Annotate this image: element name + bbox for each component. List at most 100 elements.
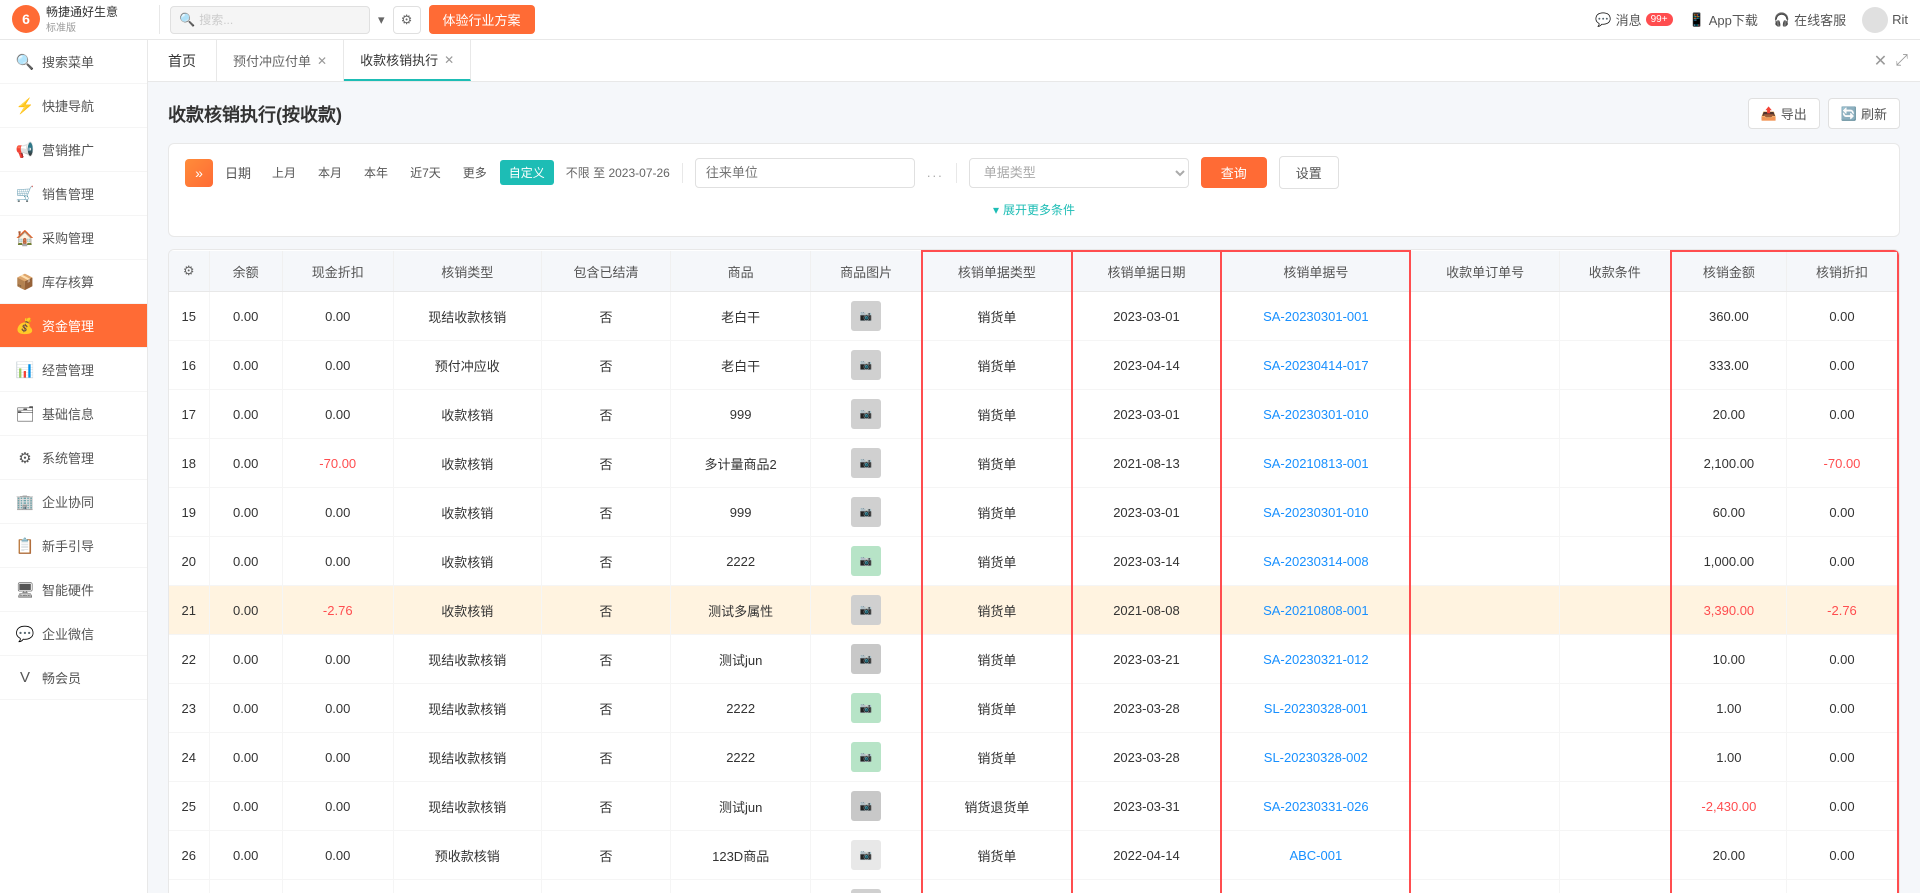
col-settled: 包含已结清 bbox=[541, 251, 670, 292]
date-this-year[interactable]: 本年 bbox=[355, 160, 397, 185]
top-search-box[interactable]: 🔍 搜索... bbox=[170, 6, 370, 34]
app-icon: 📱 bbox=[1689, 12, 1705, 28]
cell-doc-date: 2023-03-31 bbox=[1072, 782, 1222, 831]
cell-type: 预收款核销 bbox=[393, 831, 541, 880]
cell-product: 2222 bbox=[671, 684, 811, 733]
sidebar-icon-enterprise: 🏢 bbox=[16, 493, 34, 511]
date-more[interactable]: 更多 bbox=[454, 160, 496, 185]
export-btn[interactable]: 📤 导出 bbox=[1748, 98, 1820, 129]
date-this-month[interactable]: 本月 bbox=[309, 160, 351, 185]
date-custom[interactable]: 自定义 bbox=[500, 160, 554, 185]
doc-no-link[interactable]: SA-20230331-026 bbox=[1263, 799, 1369, 814]
sidebar-item-inventory[interactable]: 📦 库存核算 bbox=[0, 260, 147, 304]
app-download-btn[interactable]: 📱 App下载 bbox=[1689, 10, 1758, 29]
sidebar-icon-base: 🗂 bbox=[16, 405, 34, 423]
service-icon: 🎧 bbox=[1774, 12, 1790, 28]
cell-doc-date: 2023-03-21 bbox=[1072, 635, 1222, 684]
sidebar-item-business[interactable]: 📊 经营管理 bbox=[0, 348, 147, 392]
sidebar-item-quick-nav[interactable]: ⚡ 快捷导航 bbox=[0, 84, 147, 128]
sidebar-label-inventory: 库存核算 bbox=[42, 272, 94, 291]
sidebar-item-sales[interactable]: 🛒 销售管理 bbox=[0, 172, 147, 216]
receipt-type-select[interactable]: 单据类型 bbox=[969, 158, 1189, 188]
gear-button[interactable]: ⚙ bbox=[393, 6, 421, 34]
cell-product-img: 📷 bbox=[811, 537, 922, 586]
brand-area: 6 畅捷通好生意 标准版 bbox=[12, 5, 160, 34]
doc-no-link[interactable]: SA-20230301-001 bbox=[1263, 309, 1369, 324]
cell-settled: 否 bbox=[541, 537, 670, 586]
col-cash-discount: 现金折扣 bbox=[282, 251, 393, 292]
tab-home[interactable]: 首页 bbox=[148, 40, 217, 81]
message-icon: 💬 bbox=[1595, 12, 1611, 28]
cell-id: 17 bbox=[169, 390, 209, 439]
filter-expand-btn[interactable]: » bbox=[185, 159, 213, 187]
doc-no-link[interactable]: SL-20230328-001 bbox=[1264, 701, 1368, 716]
table-row: 25 0.00 0.00 现结收款核销 否 测试jun 📷 销货退货单 2023… bbox=[169, 782, 1898, 831]
cell-amount: 360.00 bbox=[1671, 292, 1787, 341]
doc-no-link[interactable]: SA-20210813-001 bbox=[1263, 456, 1369, 471]
sidebar-item-base[interactable]: 🗂 基础信息 bbox=[0, 392, 147, 436]
sidebar-item-hardware[interactable]: 🖥 智能硬件 bbox=[0, 568, 147, 612]
sidebar-icon-hardware: 🖥 bbox=[16, 581, 34, 599]
tab-receipts-close[interactable]: ✕ bbox=[444, 53, 454, 67]
doc-no-link[interactable]: ABC-001 bbox=[1289, 848, 1342, 863]
cell-doc-type: 销货单 bbox=[922, 733, 1072, 782]
doc-no-link[interactable]: SA-20230414-017 bbox=[1263, 358, 1369, 373]
nav-dropdown[interactable]: ▾ bbox=[378, 12, 385, 28]
cell-order-no bbox=[1410, 782, 1559, 831]
sidebar-item-search[interactable]: 🔍 搜索菜单 bbox=[0, 40, 147, 84]
sidebar-item-enterprise[interactable]: 🏢 企业协同 bbox=[0, 480, 147, 524]
tab-close-icon[interactable]: ✕ bbox=[1874, 51, 1887, 71]
doc-no-link[interactable]: SA-20230301-010 bbox=[1263, 505, 1369, 520]
cell-cash-discount: 0.00 bbox=[282, 635, 393, 684]
cell-discount: 0.00 bbox=[1786, 733, 1898, 782]
sidebar-item-member[interactable]: V 畅会员 bbox=[0, 656, 147, 700]
cell-product-img: 📷 bbox=[811, 439, 922, 488]
sidebar-label-wechat: 企业微信 bbox=[42, 624, 94, 643]
cell-order-no bbox=[1410, 733, 1559, 782]
cell-doc-type: 销货单 bbox=[922, 292, 1072, 341]
sidebar-item-purchase[interactable]: 🏠 采购管理 bbox=[0, 216, 147, 260]
doc-no-link[interactable]: SA-20230314-008 bbox=[1263, 554, 1369, 569]
tab-prepayment-close[interactable]: ✕ bbox=[317, 54, 327, 68]
doc-no-link[interactable]: SL-20230328-002 bbox=[1264, 750, 1368, 765]
cell-balance: 0.00 bbox=[209, 439, 282, 488]
messages-btn[interactable]: 💬 消息 99+ bbox=[1595, 10, 1672, 29]
cell-doc-type: 销货单 bbox=[922, 341, 1072, 390]
cell-id: 20 bbox=[169, 537, 209, 586]
user-avatar bbox=[1862, 7, 1888, 33]
trading-partner-input[interactable] bbox=[695, 158, 915, 188]
tab-prepayment[interactable]: 预付冲应付单 ✕ bbox=[217, 40, 344, 81]
sidebar-item-finance[interactable]: 💰 资金管理 bbox=[0, 304, 147, 348]
cell-settled: 否 bbox=[541, 831, 670, 880]
tab-expand-icon[interactable]: ⤢ bbox=[1895, 52, 1908, 70]
sidebar-item-wechat[interactable]: 💬 企业微信 bbox=[0, 612, 147, 656]
cell-doc-date: 2022-04-14 bbox=[1072, 831, 1222, 880]
cell-doc-date: 2023-04-14 bbox=[1072, 341, 1222, 390]
sidebar-icon-wechat: 💬 bbox=[16, 625, 34, 643]
expand-more-btn[interactable]: ▾ 展开更多条件 bbox=[185, 195, 1883, 224]
cell-type: 现结收款核销 bbox=[393, 880, 541, 893]
cell-product: 测试jun bbox=[671, 635, 811, 684]
refresh-btn[interactable]: 🔄 刷新 bbox=[1828, 98, 1900, 129]
tab-receipts[interactable]: 收款核销执行 ✕ bbox=[344, 40, 471, 81]
online-service-btn[interactable]: 🎧 在线客服 bbox=[1774, 10, 1846, 29]
doc-no-link[interactable]: SA-20230301-010 bbox=[1263, 407, 1369, 422]
sidebar-item-system[interactable]: ⚙ 系统管理 bbox=[0, 436, 147, 480]
cell-doc-date: 2023-04-08 bbox=[1072, 880, 1222, 893]
query-btn[interactable]: 查询 bbox=[1201, 157, 1267, 188]
date-7days[interactable]: 近7天 bbox=[401, 160, 450, 185]
sidebar-item-guide[interactable]: 📋 新手引导 bbox=[0, 524, 147, 568]
cell-balance: 0.00 bbox=[209, 684, 282, 733]
setting-btn[interactable]: 设置 bbox=[1279, 156, 1339, 189]
doc-no-link[interactable]: SA-20210808-001 bbox=[1263, 603, 1369, 618]
doc-no-link[interactable]: SA-20230321-012 bbox=[1263, 652, 1369, 667]
trial-btn[interactable]: 体验行业方案 bbox=[429, 5, 535, 34]
cell-settled: 否 bbox=[541, 733, 670, 782]
date-last-month[interactable]: 上月 bbox=[263, 160, 305, 185]
sidebar-item-marketing[interactable]: 📢 营销推广 bbox=[0, 128, 147, 172]
cell-condition bbox=[1559, 292, 1670, 341]
table-settings-col[interactable]: ⚙ bbox=[169, 251, 209, 292]
top-search-area: 🔍 搜索... ▾ ⚙ 体验行业方案 bbox=[170, 5, 1585, 34]
user-area[interactable]: Rit bbox=[1862, 7, 1908, 33]
cell-doc-type: 销货单 bbox=[922, 439, 1072, 488]
